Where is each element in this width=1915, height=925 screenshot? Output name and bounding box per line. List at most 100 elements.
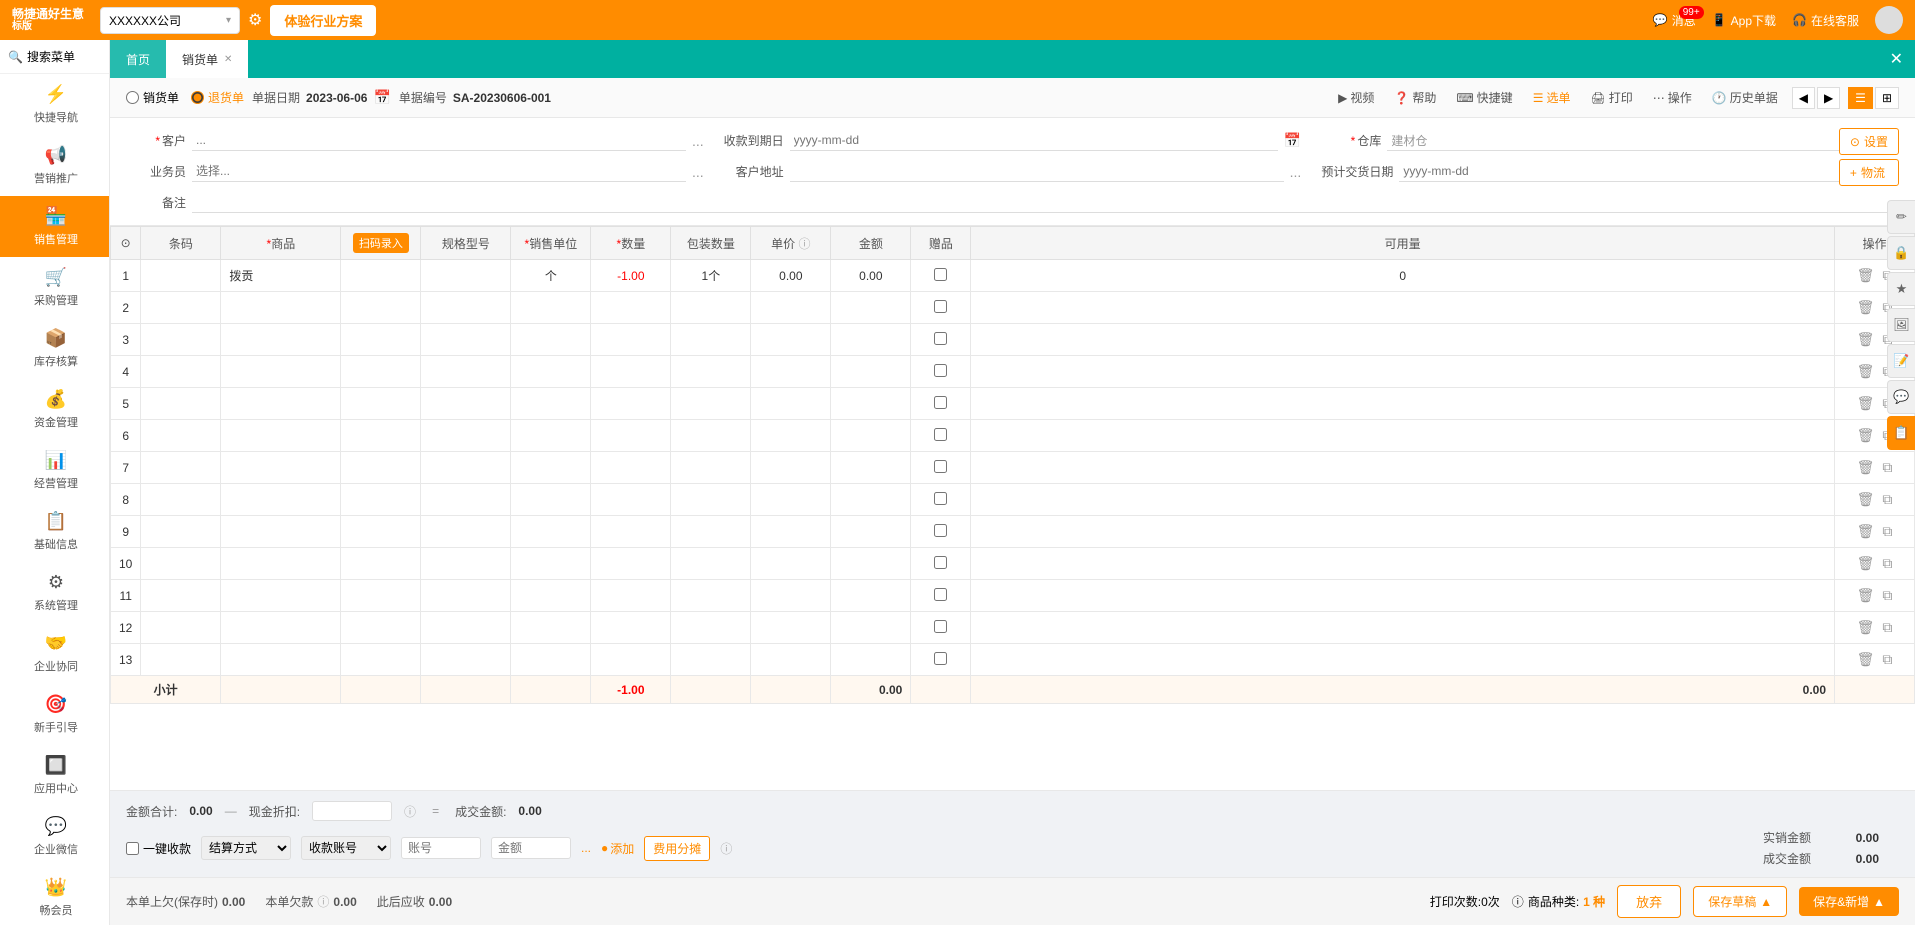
row-product[interactable] (221, 388, 341, 420)
salesperson-input[interactable] (192, 161, 686, 182)
salesperson-more-icon[interactable]: ... (692, 164, 704, 180)
online-service-button[interactable]: 🎧 在线客服 (1792, 12, 1859, 29)
row-price[interactable] (751, 580, 831, 612)
row-qty[interactable] (591, 612, 671, 644)
row-amount[interactable] (831, 644, 911, 676)
sidebar-search[interactable]: 🔍 搜索菜单 (0, 40, 109, 74)
row-pkg-qty[interactable] (671, 452, 751, 484)
row-amount[interactable] (831, 420, 911, 452)
float-image-btn[interactable]: 🖼 (1887, 308, 1915, 342)
row-spec[interactable] (421, 612, 511, 644)
customer-input[interactable] (192, 130, 686, 151)
shortcut-btn[interactable]: ⌨ 快捷键 (1450, 86, 1518, 109)
history-btn[interactable]: 🕐 历史单据 (1706, 86, 1784, 109)
row-barcode[interactable] (141, 644, 221, 676)
tab-home[interactable]: 首页 (110, 40, 166, 78)
row-product[interactable] (221, 484, 341, 516)
row-unit[interactable] (511, 548, 591, 580)
row-barcode[interactable] (141, 260, 221, 292)
row-pkg-qty[interactable] (671, 292, 751, 324)
more-payment-icon[interactable]: ... (581, 841, 591, 855)
save-new-btn[interactable]: 保存&新增 ▲ (1799, 887, 1899, 916)
delete-row-btn[interactable]: 🗑 (1855, 425, 1877, 446)
row-unit[interactable] (511, 516, 591, 548)
row-spec[interactable] (421, 292, 511, 324)
row-unit[interactable] (511, 356, 591, 388)
prev-btn[interactable]: ◀ (1792, 87, 1815, 109)
float-chat-btn[interactable]: 💬 (1887, 380, 1915, 414)
select-order-btn[interactable]: ☰ 选单 (1527, 86, 1577, 109)
save-draft-btn[interactable]: 保存草稿 ▲ (1693, 886, 1787, 917)
row-gift[interactable] (911, 612, 971, 644)
row-product[interactable]: 拨贡 (221, 260, 341, 292)
row-amount[interactable] (831, 580, 911, 612)
sidebar-item-finance[interactable]: 💰 资金管理 (0, 379, 109, 440)
row-unit[interactable] (511, 580, 591, 612)
payment-amount-input[interactable] (491, 837, 571, 859)
row-unit[interactable] (511, 388, 591, 420)
discount-input[interactable] (312, 801, 392, 821)
copy-row-btn[interactable]: ⧉ (1880, 489, 1894, 510)
copy-row-btn[interactable]: ⧉ (1880, 457, 1894, 478)
delete-row-btn[interactable]: 🗑 (1855, 649, 1877, 670)
row-qty[interactable] (591, 324, 671, 356)
row-price[interactable] (751, 644, 831, 676)
row-unit[interactable] (511, 612, 591, 644)
delete-row-btn[interactable]: 🗑 (1855, 617, 1877, 638)
list-view-btn[interactable]: ☰ (1848, 87, 1873, 109)
logistics-btn[interactable]: + 物流 (1839, 159, 1899, 186)
row-barcode[interactable] (141, 516, 221, 548)
delete-row-btn[interactable]: 🗑 (1855, 553, 1877, 574)
float-star-btn[interactable]: ★ (1887, 272, 1915, 306)
row-gift[interactable] (911, 452, 971, 484)
row-amount[interactable] (831, 548, 911, 580)
user-avatar[interactable] (1875, 6, 1903, 34)
float-note-btn[interactable]: 📝 (1887, 344, 1915, 378)
row-barcode[interactable] (141, 388, 221, 420)
radio-return-order[interactable]: 退货单 (191, 89, 244, 106)
message-button[interactable]: 💬 消息 99+ (1653, 12, 1696, 29)
delete-row-btn[interactable]: 🗑 (1855, 489, 1877, 510)
operation-btn[interactable]: ⋯ 操作 (1647, 86, 1698, 109)
row-product[interactable] (221, 292, 341, 324)
row-pkg-qty[interactable]: 1个 (671, 260, 751, 292)
row-spec[interactable] (421, 484, 511, 516)
row-price[interactable] (751, 452, 831, 484)
copy-row-btn[interactable]: ⧉ (1880, 553, 1894, 574)
fee-info-icon[interactable]: ⓘ (720, 840, 732, 857)
copy-row-btn[interactable]: ⧉ (1880, 649, 1894, 670)
row-price[interactable] (751, 356, 831, 388)
row-pkg-qty[interactable] (671, 548, 751, 580)
row-qty[interactable] (591, 452, 671, 484)
row-gift[interactable] (911, 324, 971, 356)
sidebar-item-member[interactable]: 👑 畅会员 (0, 867, 109, 925)
row-product[interactable] (221, 612, 341, 644)
row-barcode[interactable] (141, 548, 221, 580)
row-spec[interactable] (421, 260, 511, 292)
account-input[interactable] (401, 837, 481, 859)
row-spec[interactable] (421, 452, 511, 484)
row-product[interactable] (221, 356, 341, 388)
float-action-btn[interactable]: 📋 (1887, 416, 1915, 450)
company-selector[interactable]: XXXXXX公司 ▾ (100, 7, 240, 34)
sidebar-item-marketing[interactable]: 📢 营销推广 (0, 135, 109, 196)
row-barcode[interactable] (141, 324, 221, 356)
row-gift[interactable] (911, 292, 971, 324)
price-info-icon[interactable]: ⓘ (799, 237, 811, 251)
row-amount[interactable] (831, 612, 911, 644)
row-spec[interactable] (421, 356, 511, 388)
discount-info-icon[interactable]: ⓘ (404, 803, 416, 820)
row-barcode[interactable] (141, 292, 221, 324)
row-gift[interactable] (911, 580, 971, 612)
sidebar-item-base[interactable]: 📋 基础信息 (0, 501, 109, 562)
row-unit[interactable] (511, 324, 591, 356)
row-price[interactable] (751, 388, 831, 420)
settings-icon-btn[interactable]: ⚙ (248, 10, 262, 30)
float-edit-btn[interactable]: ✏ (1887, 200, 1915, 234)
row-product[interactable] (221, 580, 341, 612)
row-amount[interactable] (831, 452, 911, 484)
row-spec[interactable] (421, 420, 511, 452)
sidebar-item-apps[interactable]: 🔲 应用中心 (0, 745, 109, 806)
row-amount[interactable]: 0.00 (831, 260, 911, 292)
row-qty[interactable] (591, 388, 671, 420)
